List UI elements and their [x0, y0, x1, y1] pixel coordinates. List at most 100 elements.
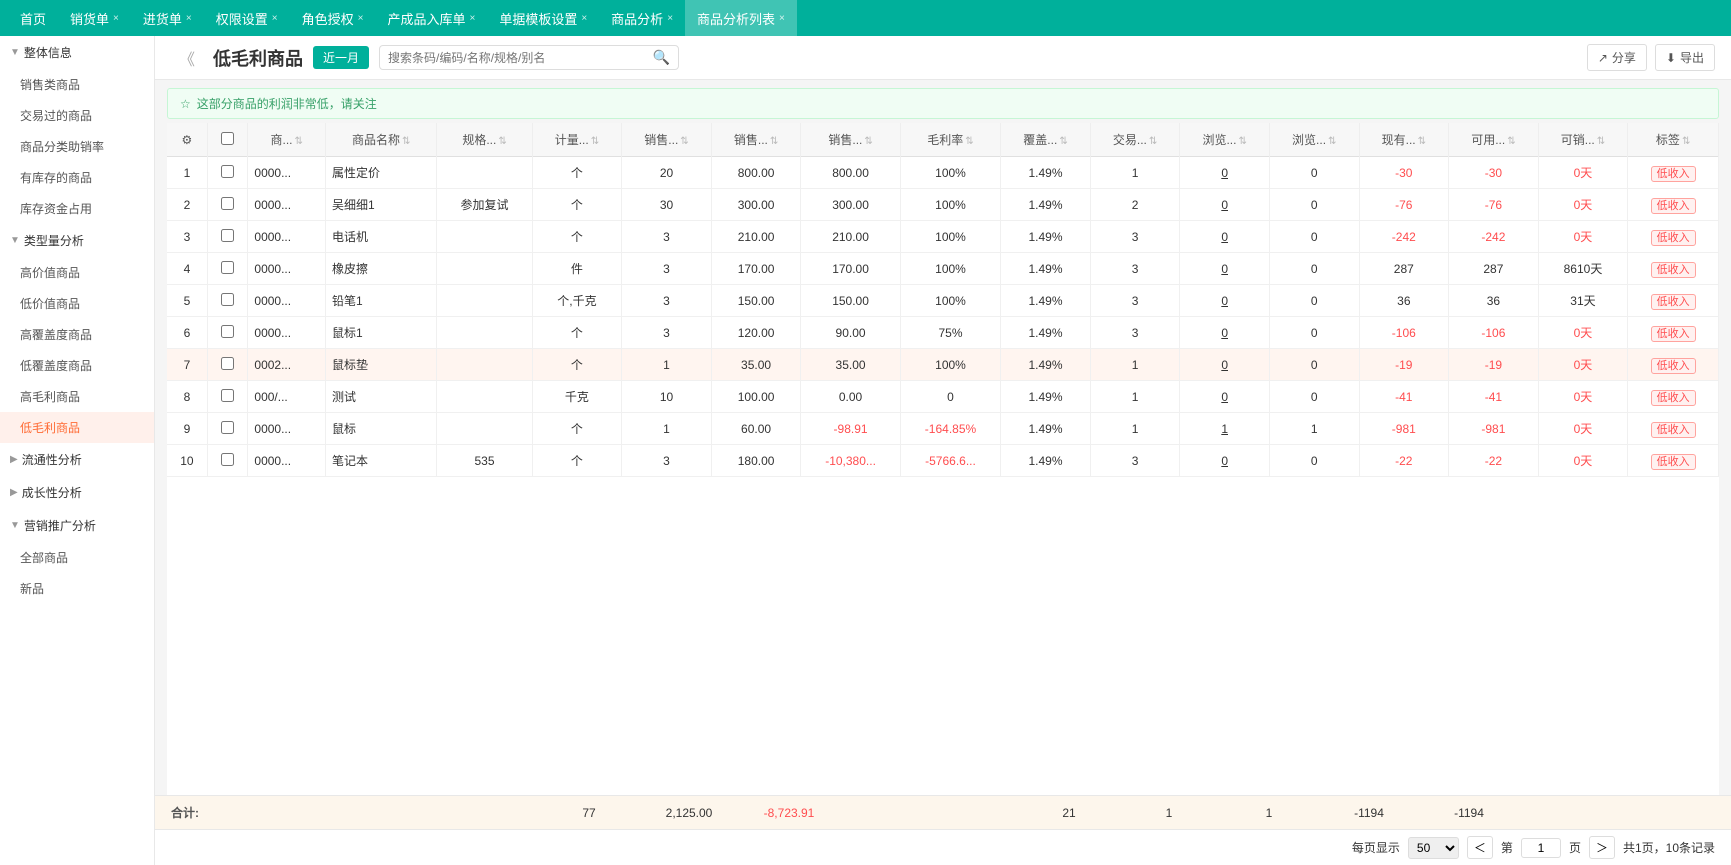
sidebar-item-low-margin[interactable]: 低毛利商品 — [0, 412, 154, 443]
row-name[interactable]: 橡皮擦 — [325, 253, 436, 285]
row-select-checkbox[interactable] — [221, 293, 234, 306]
row-name[interactable]: 属性定价 — [325, 157, 436, 189]
row-select-checkbox[interactable] — [221, 165, 234, 178]
row-name[interactable]: 鼠标垫 — [325, 349, 436, 381]
col-unit[interactable]: 计量...⇅ — [532, 123, 622, 157]
row-checkbox[interactable] — [207, 189, 248, 221]
col-tag[interactable]: 标签⇅ — [1628, 123, 1719, 157]
nav-home[interactable]: 首页 — [8, 0, 58, 36]
row-views1[interactable]: 0 — [1180, 381, 1270, 413]
sidebar-item-high-value[interactable]: 高价值商品 — [0, 257, 154, 288]
sidebar-item-inventory-capital[interactable]: 库存资金占用 — [0, 193, 154, 224]
sidebar-item-high-coverage[interactable]: 高覆盖度商品 — [0, 319, 154, 350]
sidebar-item-category-sales-rate[interactable]: 商品分类助销率 — [0, 131, 154, 162]
share-button[interactable]: ↗ 分享 — [1587, 44, 1647, 71]
nav-close-icon[interactable]: × — [272, 13, 278, 24]
row-views1[interactable]: 0 — [1180, 349, 1270, 381]
select-all-checkbox[interactable] — [221, 132, 234, 145]
row-name[interactable]: 电话机 — [325, 221, 436, 253]
nav-close-icon[interactable]: × — [358, 13, 364, 24]
row-select-checkbox[interactable] — [221, 325, 234, 338]
nav-permission-settings[interactable]: 权限设置 × — [204, 0, 290, 36]
nav-template-settings[interactable]: 单据模板设置 × — [487, 0, 599, 36]
nav-role-auth[interactable]: 角色授权 × — [290, 0, 376, 36]
row-views1[interactable]: 0 — [1180, 157, 1270, 189]
nav-product-inbound[interactable]: 产成品入库单 × — [375, 0, 487, 36]
page-number-input[interactable] — [1521, 838, 1561, 858]
sidebar-item-low-coverage[interactable]: 低覆盖度商品 — [0, 350, 154, 381]
row-checkbox[interactable] — [207, 157, 248, 189]
search-icon[interactable]: 🔍 — [653, 49, 670, 66]
nav-close-icon[interactable]: × — [779, 13, 785, 24]
col-transactions[interactable]: 交易...⇅ — [1090, 123, 1180, 157]
row-select-checkbox[interactable] — [221, 389, 234, 402]
prev-page-button[interactable]: ＜ — [1467, 836, 1493, 859]
row-checkbox[interactable] — [207, 413, 248, 445]
nav-purchase-order[interactable]: 进货单 × — [131, 0, 204, 36]
sidebar-item-in-stock-products[interactable]: 有库存的商品 — [0, 162, 154, 193]
sidebar-group-growth[interactable]: ▶ 成长性分析 — [0, 476, 154, 509]
nav-close-icon[interactable]: × — [581, 13, 587, 24]
col-current-stock[interactable]: 现有...⇅ — [1359, 123, 1449, 157]
row-name[interactable]: 鼠标 — [325, 413, 436, 445]
col-coverage[interactable]: 覆盖...⇅ — [1001, 123, 1091, 157]
row-checkbox[interactable] — [207, 349, 248, 381]
row-select-checkbox[interactable] — [221, 229, 234, 242]
sidebar-item-traded-products[interactable]: 交易过的商品 — [0, 100, 154, 131]
nav-product-analysis-list[interactable]: 商品分析列表 × — [685, 0, 797, 36]
sidebar-group-overall-info[interactable]: ▼ 整体信息 — [0, 36, 154, 69]
col-sales-amount[interactable]: 销售...⇅ — [711, 123, 801, 157]
next-page-button[interactable]: ＞ — [1589, 836, 1615, 859]
row-checkbox[interactable] — [207, 381, 248, 413]
row-views1[interactable]: 0 — [1180, 189, 1270, 221]
date-filter-button[interactable]: 近一月 — [313, 46, 369, 69]
row-select-checkbox[interactable] — [221, 197, 234, 210]
sidebar-group-marketing[interactable]: ▼ 营销推广分析 — [0, 509, 154, 542]
nav-close-icon[interactable]: × — [186, 13, 192, 24]
col-sales-profit[interactable]: 销售...⇅ — [801, 123, 900, 157]
col-name[interactable]: 商品名称⇅ — [325, 123, 436, 157]
sidebar-item-low-value[interactable]: 低价值商品 — [0, 288, 154, 319]
sidebar-collapse-button[interactable]: 《 — [171, 46, 203, 70]
nav-close-icon[interactable]: × — [113, 13, 119, 24]
row-checkbox[interactable] — [207, 221, 248, 253]
col-views2[interactable]: 浏览...⇅ — [1269, 123, 1359, 157]
sidebar-item-high-margin[interactable]: 高毛利商品 — [0, 381, 154, 412]
col-checkbox[interactable] — [207, 123, 248, 157]
row-checkbox[interactable] — [207, 317, 248, 349]
row-select-checkbox[interactable] — [221, 421, 234, 434]
row-checkbox[interactable] — [207, 253, 248, 285]
sidebar-item-all-products[interactable]: 全部商品 — [0, 542, 154, 573]
row-views1[interactable]: 0 — [1180, 285, 1270, 317]
per-page-select[interactable]: 50 100 200 — [1408, 837, 1459, 859]
row-views1[interactable]: 0 — [1180, 445, 1270, 477]
nav-close-icon[interactable]: × — [469, 13, 475, 24]
nav-sales-order[interactable]: 销货单 × — [58, 0, 131, 36]
row-name[interactable]: 测试 — [325, 381, 436, 413]
row-select-checkbox[interactable] — [221, 357, 234, 370]
row-views1[interactable]: 1 — [1180, 413, 1270, 445]
col-spec[interactable]: 规格...⇅ — [437, 123, 532, 157]
row-views1[interactable]: 0 — [1180, 253, 1270, 285]
nav-product-analysis[interactable]: 商品分析 × — [599, 0, 685, 36]
row-name[interactable]: 吴细细1 — [325, 189, 436, 221]
col-code[interactable]: 商...⇅ — [248, 123, 326, 157]
col-gross-margin[interactable]: 毛利率⇅ — [900, 123, 1000, 157]
row-name[interactable]: 鼠标1 — [325, 317, 436, 349]
row-checkbox[interactable] — [207, 285, 248, 317]
sidebar-item-sales-products[interactable]: 销售类商品 — [0, 69, 154, 100]
row-select-checkbox[interactable] — [221, 261, 234, 274]
sidebar-item-new-products[interactable]: 新品 — [0, 573, 154, 604]
sidebar-group-type-analysis[interactable]: ▼ 类型量分析 — [0, 224, 154, 257]
sidebar-group-liquidity[interactable]: ▶ 流通性分析 — [0, 443, 154, 476]
col-saleable-days[interactable]: 可销...⇅ — [1538, 123, 1628, 157]
col-sales-qty[interactable]: 销售...⇅ — [622, 123, 712, 157]
col-settings[interactable]: ⚙ — [167, 123, 207, 157]
row-name[interactable]: 铅笔1 — [325, 285, 436, 317]
row-select-checkbox[interactable] — [221, 453, 234, 466]
row-views1[interactable]: 0 — [1180, 221, 1270, 253]
col-views1[interactable]: 浏览...⇅ — [1180, 123, 1270, 157]
search-input[interactable] — [388, 51, 653, 65]
row-views1[interactable]: 0 — [1180, 317, 1270, 349]
export-button[interactable]: ⬇ 导出 — [1655, 44, 1715, 71]
